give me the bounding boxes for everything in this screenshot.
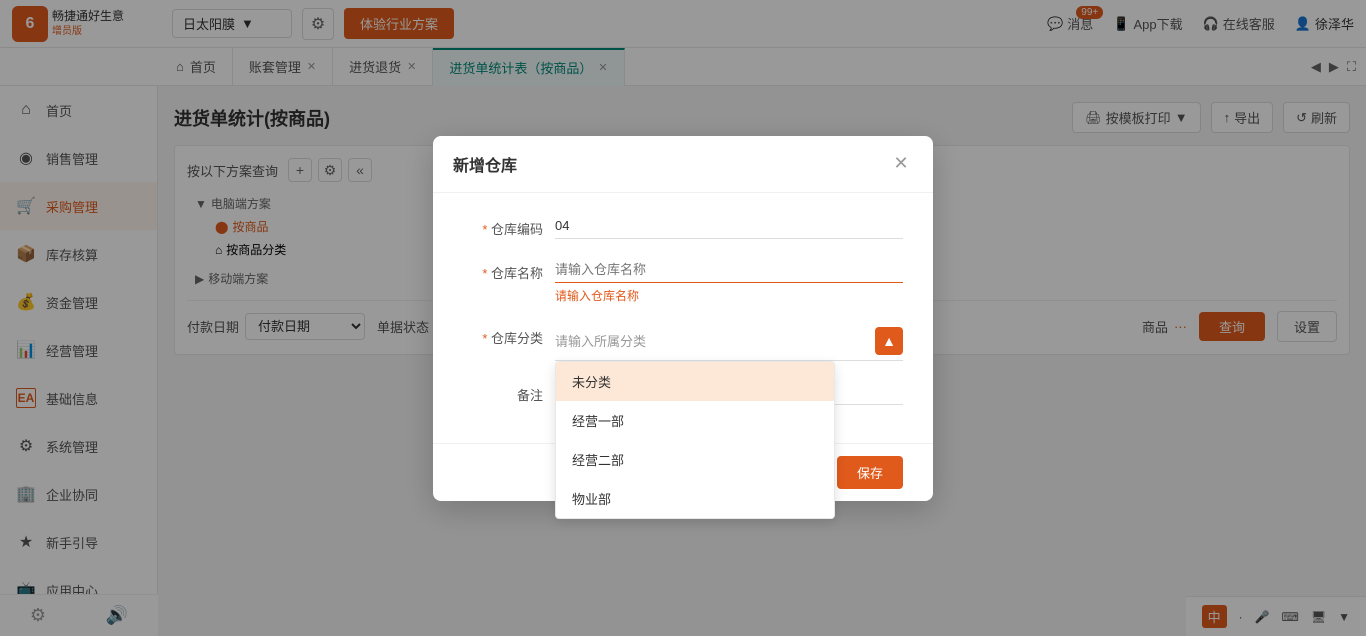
warehouse-category-label: 仓库分类: [463, 322, 543, 347]
save-button[interactable]: 保存: [837, 456, 903, 489]
dropdown-toggle-arrow[interactable]: ▲: [875, 327, 903, 355]
modal-close-btn[interactable]: ✕: [889, 152, 913, 176]
form-row-name: 仓库名称 请输入仓库名称: [463, 257, 903, 304]
form-row-code: 仓库编码: [463, 213, 903, 239]
warehouse-name-wrap: 请输入仓库名称: [555, 257, 903, 304]
category-dropdown-list: 未分类 经营一部 经营二部 物业部: [555, 361, 835, 519]
warehouse-category-select[interactable]: 请输入所属分类 ▲: [555, 322, 903, 361]
modal-title: 新增仓库: [453, 152, 517, 176]
dropdown-none-label: 未分类: [572, 375, 611, 390]
dropdown-property-label: 物业部: [572, 492, 611, 507]
warehouse-name-error: 请输入仓库名称: [555, 287, 903, 304]
dropdown-ops1-label: 经营一部: [572, 414, 624, 429]
dropdown-item-property[interactable]: 物业部: [556, 479, 834, 518]
modal: 新增仓库 ✕ 仓库编码 仓库名称 请输入仓库名称 仓库分类: [433, 136, 933, 501]
warehouse-code-label: 仓库编码: [463, 213, 543, 238]
modal-header: 新增仓库 ✕: [433, 136, 933, 193]
warehouse-code-wrap: [555, 213, 903, 239]
dropdown-item-ops2[interactable]: 经营二部: [556, 440, 834, 479]
warehouse-name-label: 仓库名称: [463, 257, 543, 282]
warehouse-category-placeholder: 请输入所属分类: [555, 331, 875, 350]
form-row-category: 仓库分类 请输入所属分类 ▲ 未分类 经营一部: [463, 322, 903, 361]
dropdown-item-ops1[interactable]: 经营一部: [556, 401, 834, 440]
remark-label: 备注: [463, 379, 543, 404]
warehouse-name-input[interactable]: [555, 257, 903, 283]
warehouse-code-input[interactable]: [555, 213, 903, 239]
modal-overlay[interactable]: 新增仓库 ✕ 仓库编码 仓库名称 请输入仓库名称 仓库分类: [0, 0, 1366, 636]
warehouse-category-wrap: 请输入所属分类 ▲ 未分类 经营一部 经营二部: [555, 322, 903, 361]
dropdown-item-none[interactable]: 未分类: [556, 362, 834, 401]
modal-body: 仓库编码 仓库名称 请输入仓库名称 仓库分类 请输入所属分类: [433, 193, 933, 443]
dropdown-ops2-label: 经营二部: [572, 453, 624, 468]
